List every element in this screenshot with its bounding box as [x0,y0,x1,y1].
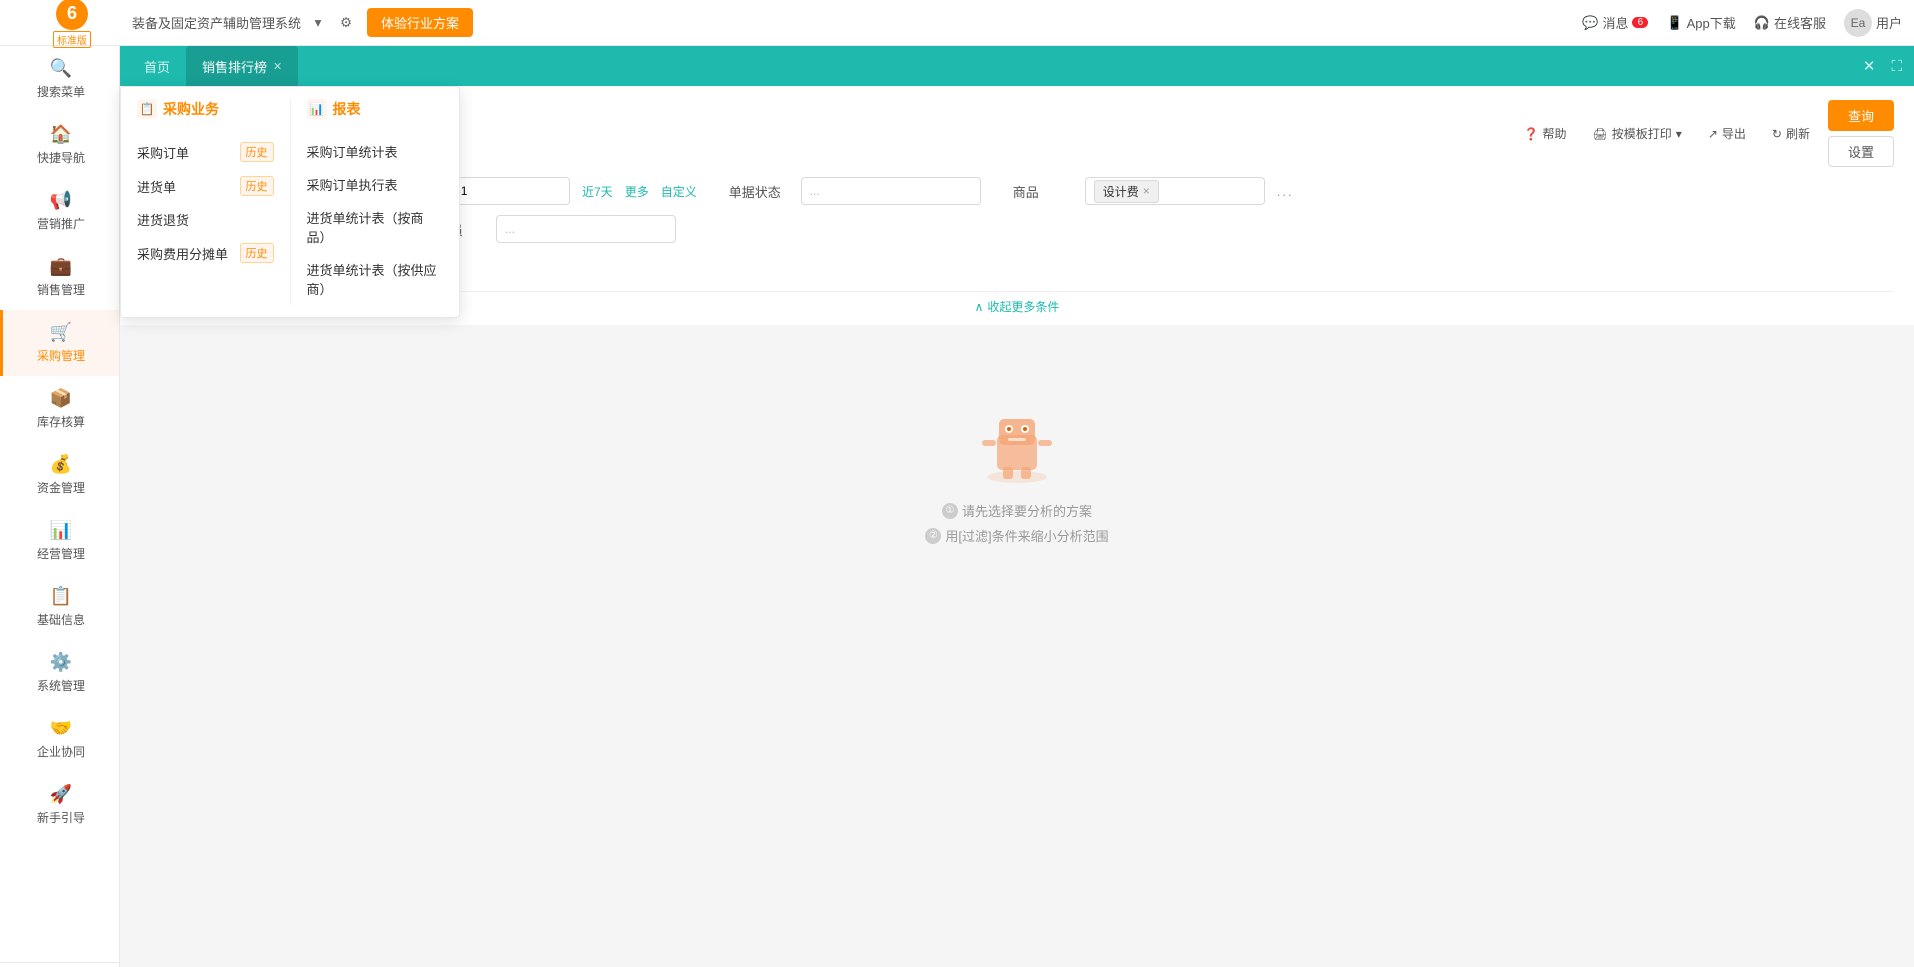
goods-more-icon[interactable]: ... [1277,184,1294,199]
system-title: 装备及固定资产辅助管理系统 ▾ ⚙ [132,12,357,34]
export-icon: ↗ [1708,127,1718,141]
online-service-btn[interactable]: 🎧 在线客服 [1754,13,1826,32]
report-order-stat-item[interactable]: 采购订单统计表 [307,135,444,168]
shortcut-more[interactable]: 更多 [625,183,649,200]
user-btn[interactable]: Ea 用户 [1844,9,1902,37]
search-icon: 🔍 [50,58,72,79]
enterprise-icon: 🤝 [50,718,72,739]
sidebar-item-inventory[interactable]: 📦 库存核算 [0,376,119,442]
logo-area: 6 标准版 [12,0,132,48]
shortcut-custom[interactable]: 自定义 [661,183,697,200]
empty-state: ① 请先选择要分析的方案 ② 用[过滤]条件来缩小分析范围 [120,325,1914,631]
help-btn[interactable]: ❓ 帮助 [1516,121,1575,146]
sidebar-item-search[interactable]: 🔍 搜索菜单 [0,46,119,112]
status-label: 单据状态 [729,182,789,201]
sidebar-item-operation[interactable]: 📊 经营管理 [0,508,119,574]
report-order-exec-item[interactable]: 采购订单执行表 [307,168,444,201]
empty-step2: ② 用[过滤]条件来缩小分析范围 [925,526,1108,545]
sidebar-item-purchase[interactable]: 🛒 采购管理 [0,310,119,376]
empty-illustration [967,405,1067,485]
marketing-icon: 📢 [50,190,72,211]
sidebar-item-system[interactable]: ⚙️ 系统管理 [0,640,119,706]
tab-close-all-icon[interactable]: ✕ [1859,53,1880,79]
history-tag-fee: 历史 [240,243,274,263]
collapse-btn[interactable]: ∧ 收起更多条件 [975,298,1060,315]
history-tag-stock: 历史 [240,176,274,196]
guide-icon: 🚀 [50,784,72,805]
home-icon: 🏠 [50,124,72,145]
purchase-header-icon: 📋 [137,99,157,119]
industry-btn[interactable]: 体验行业方案 [367,8,473,37]
app-download-btn[interactable]: 📱 App下载 [1666,13,1735,32]
history-tag-order: 历史 [240,142,274,162]
phone-icon: 📱 [1666,15,1682,31]
finance-icon: 💰 [50,454,72,475]
goods-label: 商品 [1013,182,1073,201]
refresh-btn[interactable]: ↻ 刷新 [1764,121,1818,146]
print-btn[interactable]: 🖨 按模板打印 ▾ [1585,121,1690,146]
goods-tag-remove[interactable]: × [1143,184,1150,198]
tab-close-icon[interactable]: ✕ [273,60,282,73]
settings-icon-btn[interactable]: ⚙ [335,12,357,34]
purchase-col: 📋 采购业务 采购订单 历史 进货单 历史 进货退货 采购费用分摊单 历史 [121,99,291,305]
print-icon: 🖨 [1593,127,1608,141]
message-icon: 💬 [1582,15,1598,31]
purchase-header: 📋 采购业务 [137,99,274,125]
shortcut-7days[interactable]: 近7天 [582,183,613,200]
sidebar-item-sales[interactable]: 💼 销售管理 [0,244,119,310]
system-dropdown-btn[interactable]: ▾ [307,12,329,34]
logo-tag: 标准版 [53,31,91,48]
goods-tag: 设计费 × [1094,180,1159,203]
purchase-icon: 🛒 [50,322,72,343]
purchase-dropdown-menu: 📋 采购业务 采购订单 历史 进货单 历史 进货退货 采购费用分摊单 历史 📊 … [120,86,460,318]
export-btn[interactable]: ↗ 导出 [1700,121,1754,146]
purchase-return-item[interactable]: 进货退货 [137,203,274,236]
settings-page-btn[interactable]: 设置 [1828,136,1894,167]
help-icon: ❓ [1524,127,1539,141]
operation-icon: 📊 [50,520,72,541]
sidebar-item-quick-nav[interactable]: 🏠 快捷导航 [0,112,119,178]
top-header: 6 标准版 装备及固定资产辅助管理系统 ▾ ⚙ 体验行业方案 💬 消息 6 📱 … [0,0,1914,46]
report-col: 📊 报表 采购订单统计表 采购订单执行表 进货单统计表（按商品） 进货单统计表（… [291,99,460,305]
tab-bar-right: ✕ ⛶ [1859,53,1906,79]
sidebar-item-enterprise[interactable]: 🤝 企业协同 [0,706,119,772]
headset-icon: 🎧 [1754,15,1770,31]
purchase-order-item[interactable]: 采购订单 历史 [137,135,274,169]
tab-sales-rank[interactable]: 销售排行榜 ✕ [186,46,298,86]
system-icon: ⚙️ [50,652,72,673]
sidebar-item-finance[interactable]: 💰 资金管理 [0,442,119,508]
message-btn[interactable]: 💬 消息 6 [1582,13,1648,32]
report-header-icon: 📊 [307,99,327,119]
report-supplier-stat-item[interactable]: 进货单统计表（按供应商） [307,253,444,305]
sidebar: 🔍 搜索菜单 🏠 快捷导航 📢 营销推广 💼 销售管理 🛒 采购管理 📦 库存核… [0,46,120,967]
header-right: 💬 消息 6 📱 App下载 🎧 在线客服 Ea 用户 [1582,9,1902,37]
empty-step1: ① 请先选择要分析的方案 [942,501,1092,520]
logo-icon: 6 [56,0,88,30]
query-btn[interactable]: 查询 [1828,100,1894,131]
avatar: Ea [1844,9,1872,37]
sidebar-item-guide[interactable]: 🚀 新手引导 [0,772,119,838]
refresh-icon: ↻ [1772,127,1782,141]
purchase-fee-item[interactable]: 采购费用分摊单 历史 [137,236,274,270]
status-placeholder: ... [810,184,820,198]
sales-icon: 💼 [50,256,72,277]
sidebar-item-basic[interactable]: 📋 基础信息 [0,574,119,640]
sidebar-item-marketing[interactable]: 📢 营销推广 [0,178,119,244]
report-goods-stat-item[interactable]: 进货单统计表（按商品） [307,201,444,253]
basic-icon: 📋 [50,586,72,607]
collapse-icon: ∧ [975,300,984,314]
report-header: 📊 报表 [307,99,444,125]
sidebar-bottom: ⚙ ◀ [0,962,119,967]
tab-home[interactable]: 首页 [128,46,186,86]
purchase-stock-item[interactable]: 进货单 历史 [137,169,274,203]
inventory-icon: 📦 [50,388,72,409]
tab-bar: 首页 销售排行榜 ✕ ✕ ⛶ [120,46,1914,86]
tab-expand-icon[interactable]: ⛶ [1887,54,1906,79]
salesman-placeholder: ... [505,222,515,236]
message-badge: 6 [1632,17,1648,28]
